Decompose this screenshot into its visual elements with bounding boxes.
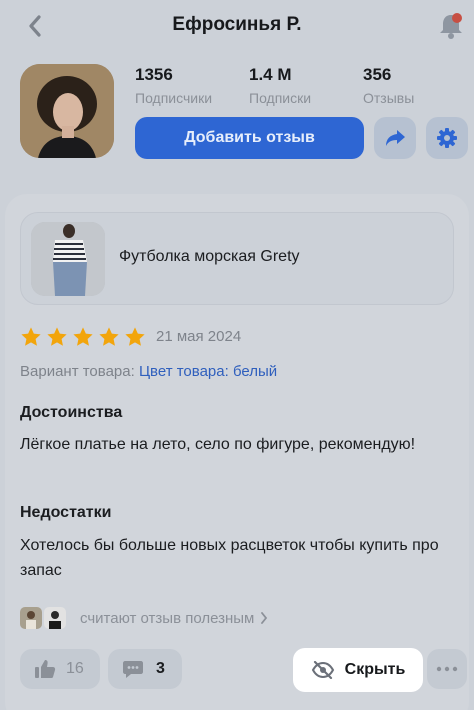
add-review-button[interactable]: Добавить отзыв xyxy=(135,117,364,159)
notification-dot xyxy=(452,13,462,23)
stat-label: Отзывы xyxy=(363,90,415,106)
review-card: Футболка морская Grety 21 мая 2024 Вариа… xyxy=(5,194,469,710)
more-icon xyxy=(436,666,458,672)
star-icon xyxy=(125,327,145,346)
stat-following[interactable]: 1.4 M Подписки xyxy=(249,65,363,106)
comments-count: 3 xyxy=(156,660,165,677)
avatar[interactable] xyxy=(20,64,114,158)
stat-value: 356 xyxy=(363,65,392,84)
cons-text: Хотелось бы больше новых расцветок чтобы… xyxy=(20,537,439,579)
cons-title: Недостатки xyxy=(20,504,112,521)
top-bar: Ефросинья Р. xyxy=(0,0,474,52)
star-icon xyxy=(21,327,41,346)
hide-review-button[interactable]: Скрыть xyxy=(293,648,423,692)
comment-icon xyxy=(123,661,143,678)
star-icon xyxy=(73,327,93,346)
stat-followers[interactable]: 1356 Подписчики xyxy=(135,65,249,106)
share-icon xyxy=(386,130,405,146)
comments-button[interactable]: 3 xyxy=(108,649,182,689)
variant-value-link[interactable]: Цвет товара: белый xyxy=(139,363,277,380)
settings-button[interactable] xyxy=(426,117,468,159)
stat-value: 1356 xyxy=(135,65,173,84)
product-variant: Вариант товара: Цвет товара: белый xyxy=(20,363,277,380)
eye-off-icon xyxy=(311,661,334,679)
helpful-users-link[interactable]: считают отзыв полезным xyxy=(20,605,268,631)
helpful-text: считают отзыв полезным xyxy=(80,609,255,627)
more-button[interactable] xyxy=(427,649,467,689)
stat-reviews[interactable]: 356 Отзывы xyxy=(363,65,474,106)
stat-value: 1.4 M xyxy=(249,65,292,84)
notifications-button[interactable] xyxy=(436,12,466,40)
product-image xyxy=(31,222,105,296)
gear-icon xyxy=(437,128,457,148)
product-card[interactable]: Футболка морская Grety xyxy=(20,212,454,305)
like-button[interactable]: 16 xyxy=(20,649,100,689)
likes-count: 16 xyxy=(66,660,84,677)
thumbs-up-icon xyxy=(35,660,56,678)
star-icon xyxy=(99,327,119,346)
star-icon xyxy=(47,327,67,346)
helpful-user-avatar xyxy=(44,607,66,629)
stat-label: Подписки xyxy=(249,90,312,106)
helpful-user-avatar xyxy=(20,607,42,629)
product-name: Футболка морская Grety xyxy=(119,248,300,265)
pros-title: Достоинства xyxy=(20,404,123,421)
share-button[interactable] xyxy=(374,117,416,159)
pros-text: Лёгкое платье на лето, село по фигуре, р… xyxy=(20,436,416,453)
review-date: 21 мая 2024 xyxy=(156,328,242,345)
rating-stars xyxy=(20,326,146,348)
stat-label: Подписчики xyxy=(135,90,213,106)
profile-stats: 1356 Подписчики 1.4 M Подписки 356 Отзыв… xyxy=(135,65,474,106)
chevron-right-icon xyxy=(261,612,268,624)
profile-section: 1356 Подписчики 1.4 M Подписки 356 Отзыв… xyxy=(0,52,474,182)
avatar-image xyxy=(20,64,114,158)
variant-label: Вариант товара: xyxy=(20,363,135,380)
page-title: Ефросинья Р. xyxy=(172,14,302,35)
hide-label: Скрыть xyxy=(344,661,406,678)
